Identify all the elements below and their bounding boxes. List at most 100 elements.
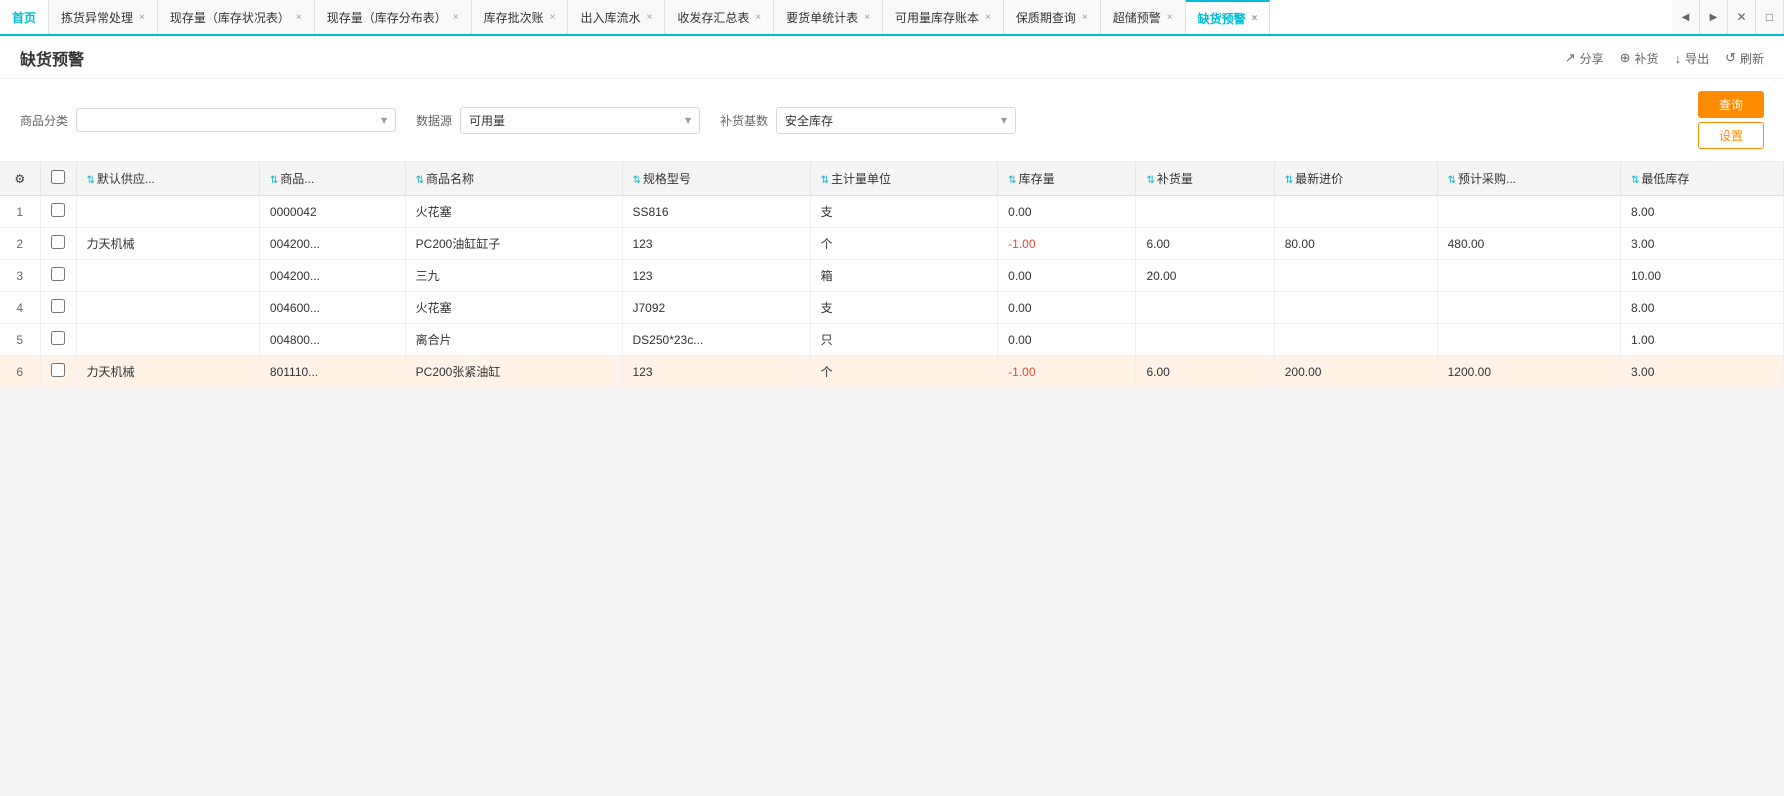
table-row[interactable]: 2力天机械004200...PC200油缸缸子123个-1.006.0080.0… <box>0 228 1784 260</box>
tab-close-6[interactable]: × <box>755 12 761 23</box>
cell-estimated_purchase <box>1437 292 1620 324</box>
col-stock[interactable]: ⇅库存量 <box>998 162 1136 196</box>
cell-checkbox[interactable] <box>40 196 76 228</box>
cell-product_code: 004200... <box>259 260 405 292</box>
col-estimated-purchase[interactable]: ⇅预计采购... <box>1437 162 1620 196</box>
tab-close-2[interactable]: × <box>296 12 302 23</box>
table-row[interactable]: 10000042火花塞SS816支0.008.00 <box>0 196 1784 228</box>
tab-item-8[interactable]: 可用量库存账本× <box>883 0 1004 34</box>
tab-close-all[interactable]: ✕ <box>1728 0 1756 34</box>
datasource-select-value: 可用量 <box>469 112 505 129</box>
export-action[interactable]: ↓ 导出 <box>1675 50 1710 67</box>
row-checkbox-2[interactable] <box>51 235 65 249</box>
cell-index: 2 <box>0 228 40 260</box>
cell-min_stock: 10.00 <box>1621 260 1784 292</box>
datasource-select[interactable]: 可用量 ▾ <box>460 107 700 134</box>
query-button[interactable]: 查询 <box>1698 91 1764 118</box>
col-latest-price[interactable]: ⇅最新进价 <box>1274 162 1437 196</box>
cell-checkbox[interactable] <box>40 324 76 356</box>
table-row[interactable]: 4004600...火花塞J7092支0.008.00 <box>0 292 1784 324</box>
tab-close-1[interactable]: × <box>139 12 145 23</box>
tab-close-3[interactable]: × <box>453 12 459 23</box>
col-checkbox[interactable] <box>40 162 76 196</box>
tab-item-1[interactable]: 拣货异常处理× <box>49 0 158 34</box>
tab-item-2[interactable]: 现存量（库存状况表）× <box>158 0 315 34</box>
replenish-base-select[interactable]: 安全库存 ▾ <box>776 107 1016 134</box>
tab-label-5: 出入库流水 <box>580 9 640 26</box>
cell-checkbox[interactable] <box>40 292 76 324</box>
col-gear[interactable]: ⚙ <box>0 162 40 196</box>
cell-stock: -1.00 <box>998 356 1136 388</box>
cell-checkbox[interactable] <box>40 228 76 260</box>
cell-product_name: PC200张紧油缸 <box>405 356 622 388</box>
table-row[interactable]: 6力天机械801110...PC200张紧油缸123个-1.006.00200.… <box>0 356 1784 388</box>
row-checkbox-5[interactable] <box>51 331 65 345</box>
replenish-action[interactable]: ⊕ 补货 <box>1620 50 1659 67</box>
cell-product_name: 火花塞 <box>405 196 622 228</box>
cell-stock: 0.00 <box>998 260 1136 292</box>
cell-unit: 支 <box>810 292 998 324</box>
cell-min_stock: 8.00 <box>1621 292 1784 324</box>
tab-item-6[interactable]: 收发存汇总表× <box>665 0 774 34</box>
cell-latest_price <box>1274 324 1437 356</box>
share-action[interactable]: ↗ 分享 <box>1565 50 1604 67</box>
tab-close-10[interactable]: × <box>1167 12 1173 23</box>
tab-item-9[interactable]: 保质期查询 × <box>1004 0 1101 34</box>
tab-nav-right[interactable]: ▶ <box>1700 0 1728 34</box>
tab-item-4[interactable]: 库存批次账× <box>472 0 569 34</box>
row-checkbox-4[interactable] <box>51 299 65 313</box>
header-actions: ↗ 分享 ⊕ 补货 ↓ 导出 ↺ 刷新 <box>1565 50 1764 67</box>
col-product-name[interactable]: ⇅商品名称 <box>405 162 622 196</box>
cell-replenish_qty <box>1136 196 1274 228</box>
gear-icon: ⚙ <box>14 172 25 186</box>
col-spec-model[interactable]: ⇅规格型号 <box>622 162 810 196</box>
cell-estimated_purchase: 480.00 <box>1437 228 1620 260</box>
settings-button[interactable]: 设置 <box>1698 122 1764 149</box>
cell-estimated_purchase <box>1437 324 1620 356</box>
col-min-stock[interactable]: ⇅最低库存 <box>1621 162 1784 196</box>
tab-close-8[interactable]: × <box>985 12 991 23</box>
cell-min_stock: 8.00 <box>1621 196 1784 228</box>
category-select[interactable]: ▾ <box>76 108 396 132</box>
cell-replenish_qty <box>1136 292 1274 324</box>
table-container: ⚙ ⇅默认供应... ⇅商品... ⇅商品名称 ⇅规格型号 ⇅主计量单位 ⇅库存… <box>0 162 1784 388</box>
refresh-icon: ↺ <box>1725 50 1736 66</box>
export-icon: ↓ <box>1675 51 1682 66</box>
col-product-code[interactable]: ⇅商品... <box>259 162 405 196</box>
row-checkbox-1[interactable] <box>51 203 65 217</box>
tab-close-4[interactable]: × <box>550 12 556 23</box>
cell-unit: 支 <box>810 196 998 228</box>
col-replenish-qty[interactable]: ⇅补货量 <box>1136 162 1274 196</box>
refresh-action[interactable]: ↺ 刷新 <box>1725 50 1764 67</box>
sort-icon-name: ⇅ <box>416 175 424 186</box>
page-header: 缺货预警 ↗ 分享 ⊕ 补货 ↓ 导出 ↺ 刷新 <box>0 36 1784 79</box>
cell-checkbox[interactable] <box>40 260 76 292</box>
cell-checkbox[interactable] <box>40 356 76 388</box>
table-row[interactable]: 5004800...离合片DS250*23c...只0.001.00 <box>0 324 1784 356</box>
row-checkbox-6[interactable] <box>51 363 65 377</box>
tab-item-3[interactable]: 现存量（库存分布表）× <box>315 0 472 34</box>
cell-default_supplier <box>76 196 259 228</box>
tab-item-0[interactable]: 首页 <box>0 0 49 34</box>
cell-product_name: 三九 <box>405 260 622 292</box>
tab-item-5[interactable]: 出入库流水 × <box>568 0 665 34</box>
col-default-supplier[interactable]: ⇅默认供应... <box>76 162 259 196</box>
tab-close-7[interactable]: × <box>864 12 870 23</box>
tab-close-5[interactable]: × <box>646 12 652 23</box>
cell-stock: 0.00 <box>998 324 1136 356</box>
col-unit[interactable]: ⇅主计量单位 <box>810 162 998 196</box>
select-all-checkbox[interactable] <box>51 170 65 184</box>
cell-product_code: 004800... <box>259 324 405 356</box>
tab-item-7[interactable]: 要货单统计表× <box>774 0 883 34</box>
tab-nav-left[interactable]: ◀ <box>1672 0 1700 34</box>
tab-label-9: 保质期查询 <box>1016 9 1076 26</box>
sort-icon-min-stock: ⇅ <box>1631 175 1639 186</box>
tab-close-9[interactable]: × <box>1082 12 1088 23</box>
table-row[interactable]: 3004200...三九123箱0.0020.0010.00 <box>0 260 1784 292</box>
tab-maximize[interactable]: □ <box>1756 0 1784 34</box>
row-checkbox-3[interactable] <box>51 267 65 281</box>
tab-item-10[interactable]: 超储预警× <box>1101 0 1186 34</box>
tab-item-11[interactable]: 缺货预警× <box>1186 0 1271 34</box>
cell-index: 5 <box>0 324 40 356</box>
tab-close-11[interactable]: × <box>1252 13 1258 24</box>
